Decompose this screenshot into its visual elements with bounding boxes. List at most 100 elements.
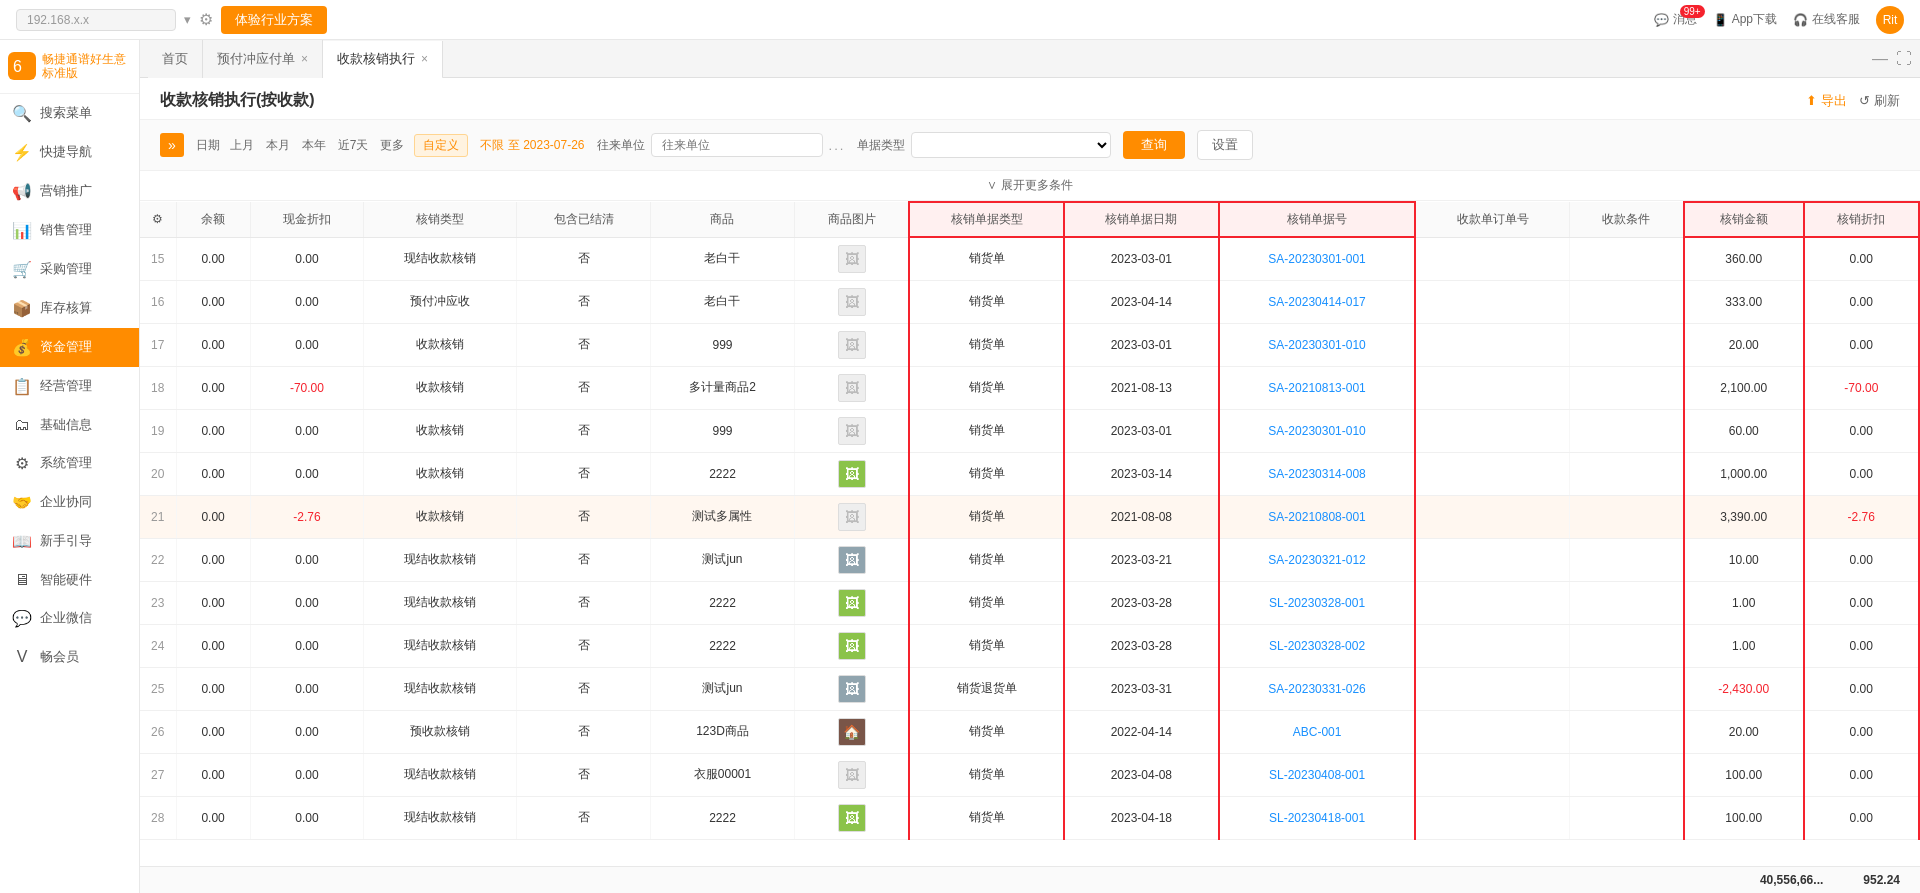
- cell-goods: 测试jun: [650, 538, 794, 581]
- cell-writeoff-no: SA-20230314-008: [1219, 452, 1416, 495]
- date-7days[interactable]: 近7天: [334, 135, 373, 156]
- tab-home-label: 首页: [162, 50, 188, 68]
- cell-cash-discount: 0.00: [250, 581, 364, 624]
- th-writeoff-type: 核销类型: [364, 202, 517, 237]
- cell-included-settled: 否: [517, 753, 650, 796]
- cell-writeoff-discount: 0.00: [1804, 409, 1919, 452]
- table-row: 26 0.00 0.00 预收款核销 否 123D商品 🏠 销货单 2022-0…: [140, 710, 1919, 753]
- cell-goods-img: 🖼: [795, 624, 909, 667]
- cell-receipt-order-no: [1415, 452, 1569, 495]
- cell-writeoff-no: SA-20230414-017: [1219, 280, 1416, 323]
- date-this-month[interactable]: 本月: [262, 135, 294, 156]
- sidebar-item-sysadmin[interactable]: ⚙ 系统管理: [0, 444, 139, 483]
- tab-writeoff[interactable]: 收款核销执行 ×: [323, 41, 443, 79]
- cell-balance: 0.00: [176, 366, 250, 409]
- sidebar-item-member[interactable]: V 畅会员: [0, 638, 139, 676]
- cell-included-settled: 否: [517, 710, 650, 753]
- cell-receipt-condition: [1569, 237, 1683, 280]
- cell-writeoff-date: 2022-04-14: [1064, 710, 1219, 753]
- cell-balance: 0.00: [176, 452, 250, 495]
- message-badge: 99+: [1680, 5, 1705, 18]
- refresh-button[interactable]: ↺ 刷新: [1859, 92, 1900, 110]
- cell-writeoff-amount: 100.00: [1684, 796, 1804, 839]
- finance-icon: 💰: [12, 338, 32, 357]
- vouchertype-select[interactable]: [911, 132, 1111, 158]
- cell-writeoff-amount: 1.00: [1684, 581, 1804, 624]
- cell-writeoff-type: 收款核销: [364, 323, 517, 366]
- date-more[interactable]: 更多: [376, 135, 408, 156]
- cell-writeoff-date: 2021-08-13: [1064, 366, 1219, 409]
- cell-goods-img: 🖼: [795, 753, 909, 796]
- top-bar-left: 192.168.x.x ▾ ⚙ 体验行业方案: [16, 6, 1642, 34]
- refresh-icon: ↺: [1859, 93, 1870, 108]
- table-row: 17 0.00 0.00 收款核销 否 999 🖼 销货单 2023-03-01…: [140, 323, 1919, 366]
- sidebar-item-wechat[interactable]: 💬 企业微信: [0, 599, 139, 638]
- app-icon: 📱: [1713, 13, 1728, 27]
- export-icon: ⬆: [1806, 93, 1817, 108]
- cell-num: 21: [140, 495, 176, 538]
- tab-home[interactable]: 首页: [148, 40, 203, 78]
- table-row: 27 0.00 0.00 现结收款核销 否 衣服00001 🖼 销货单 2023…: [140, 753, 1919, 796]
- table-row: 19 0.00 0.00 收款核销 否 999 🖼 销货单 2023-03-01…: [140, 409, 1919, 452]
- sidebar-item-hardware[interactable]: 🖥 智能硬件: [0, 561, 139, 599]
- main-layout: 6 畅捷通谱好生意 标准版 🔍 搜索菜单 ⚡ 快捷导航 📢 营销推广 📊: [0, 40, 1920, 893]
- cell-writeoff-amount: 20.00: [1684, 323, 1804, 366]
- query-button[interactable]: 查询: [1123, 131, 1185, 159]
- cell-receipt-condition: [1569, 538, 1683, 581]
- sidebar-item-marketing[interactable]: 📢 营销推广: [0, 172, 139, 211]
- expand-more-button[interactable]: ∨ 展开更多条件: [987, 177, 1072, 194]
- chevron-down-icon[interactable]: ▾: [184, 12, 191, 27]
- cell-included-settled: 否: [517, 624, 650, 667]
- user-avatar[interactable]: Rit: [1876, 6, 1904, 34]
- message-button[interactable]: 💬 消息 99+: [1654, 11, 1697, 28]
- date-this-year[interactable]: 本年: [298, 135, 330, 156]
- cell-goods: 多计量商品2: [650, 366, 794, 409]
- filter-expand-button[interactable]: »: [160, 133, 184, 157]
- sidebar-item-management[interactable]: 📋 经营管理: [0, 367, 139, 406]
- cell-writeoff-no: SL-20230328-001: [1219, 581, 1416, 624]
- export-button[interactable]: ⬆ 导出: [1806, 92, 1847, 110]
- tab-prepayment-close[interactable]: ×: [301, 52, 308, 66]
- sidebar-item-search[interactable]: 🔍 搜索菜单: [0, 94, 139, 133]
- date-prev-month[interactable]: 上月: [226, 135, 258, 156]
- tab-prepayment[interactable]: 预付冲应付单 ×: [203, 40, 323, 78]
- sidebar-item-basicinfo[interactable]: 🗂 基础信息: [0, 406, 139, 444]
- cell-cash-discount: 0.00: [250, 237, 364, 280]
- sidebar-item-sales[interactable]: 📊 销售管理: [0, 211, 139, 250]
- cell-included-settled: 否: [517, 581, 650, 624]
- window-minimize-button[interactable]: —: [1872, 50, 1888, 68]
- unit-input[interactable]: [651, 133, 823, 157]
- th-writeoff-discount: 核销折扣: [1804, 202, 1919, 237]
- sidebar-label-search: 搜索菜单: [40, 104, 92, 122]
- logo-icon: 6: [8, 52, 36, 80]
- app-download-button[interactable]: 📱 App下载: [1713, 11, 1777, 28]
- tab-bar: 首页 预付冲应付单 × 收款核销执行 × — ⛶: [140, 40, 1920, 78]
- cell-writeoff-discount: 0.00: [1804, 280, 1919, 323]
- cell-receipt-order-no: [1415, 710, 1569, 753]
- th-goods: 商品: [650, 202, 794, 237]
- cell-writeoff-discount: 0.00: [1804, 237, 1919, 280]
- cell-writeoff-date: 2023-03-01: [1064, 323, 1219, 366]
- sidebar-item-finance[interactable]: 💰 资金管理: [0, 328, 139, 367]
- date-custom-button[interactable]: 自定义: [414, 134, 468, 157]
- tab-actions: — ⛶: [1872, 50, 1912, 68]
- sidebar-item-purchase[interactable]: 🛒 采购管理: [0, 250, 139, 289]
- sidebar-label-management: 经营管理: [40, 377, 92, 395]
- quicknav-icon: ⚡: [12, 143, 32, 162]
- settings-button[interactable]: 设置: [1197, 130, 1253, 160]
- cell-cash-discount: -70.00: [250, 366, 364, 409]
- sidebar-item-collab[interactable]: 🤝 企业协同: [0, 483, 139, 522]
- online-service-button[interactable]: 🎧 在线客服: [1793, 11, 1860, 28]
- cell-receipt-condition: [1569, 452, 1683, 495]
- sidebar-item-quicknav[interactable]: ⚡ 快捷导航: [0, 133, 139, 172]
- cell-receipt-condition: [1569, 796, 1683, 839]
- sidebar-item-inventory[interactable]: 📦 库存核算: [0, 289, 139, 328]
- cell-writeoff-amount: 333.00: [1684, 280, 1804, 323]
- cell-writeoff-type: 收款核销: [364, 495, 517, 538]
- sidebar-item-guide[interactable]: 📖 新手引导: [0, 522, 139, 561]
- settings-icon[interactable]: ⚙: [199, 10, 213, 29]
- cell-goods: 999: [650, 409, 794, 452]
- trial-button[interactable]: 体验行业方案: [221, 6, 327, 34]
- tab-writeoff-close[interactable]: ×: [421, 52, 428, 66]
- window-maximize-button[interactable]: ⛶: [1896, 50, 1912, 68]
